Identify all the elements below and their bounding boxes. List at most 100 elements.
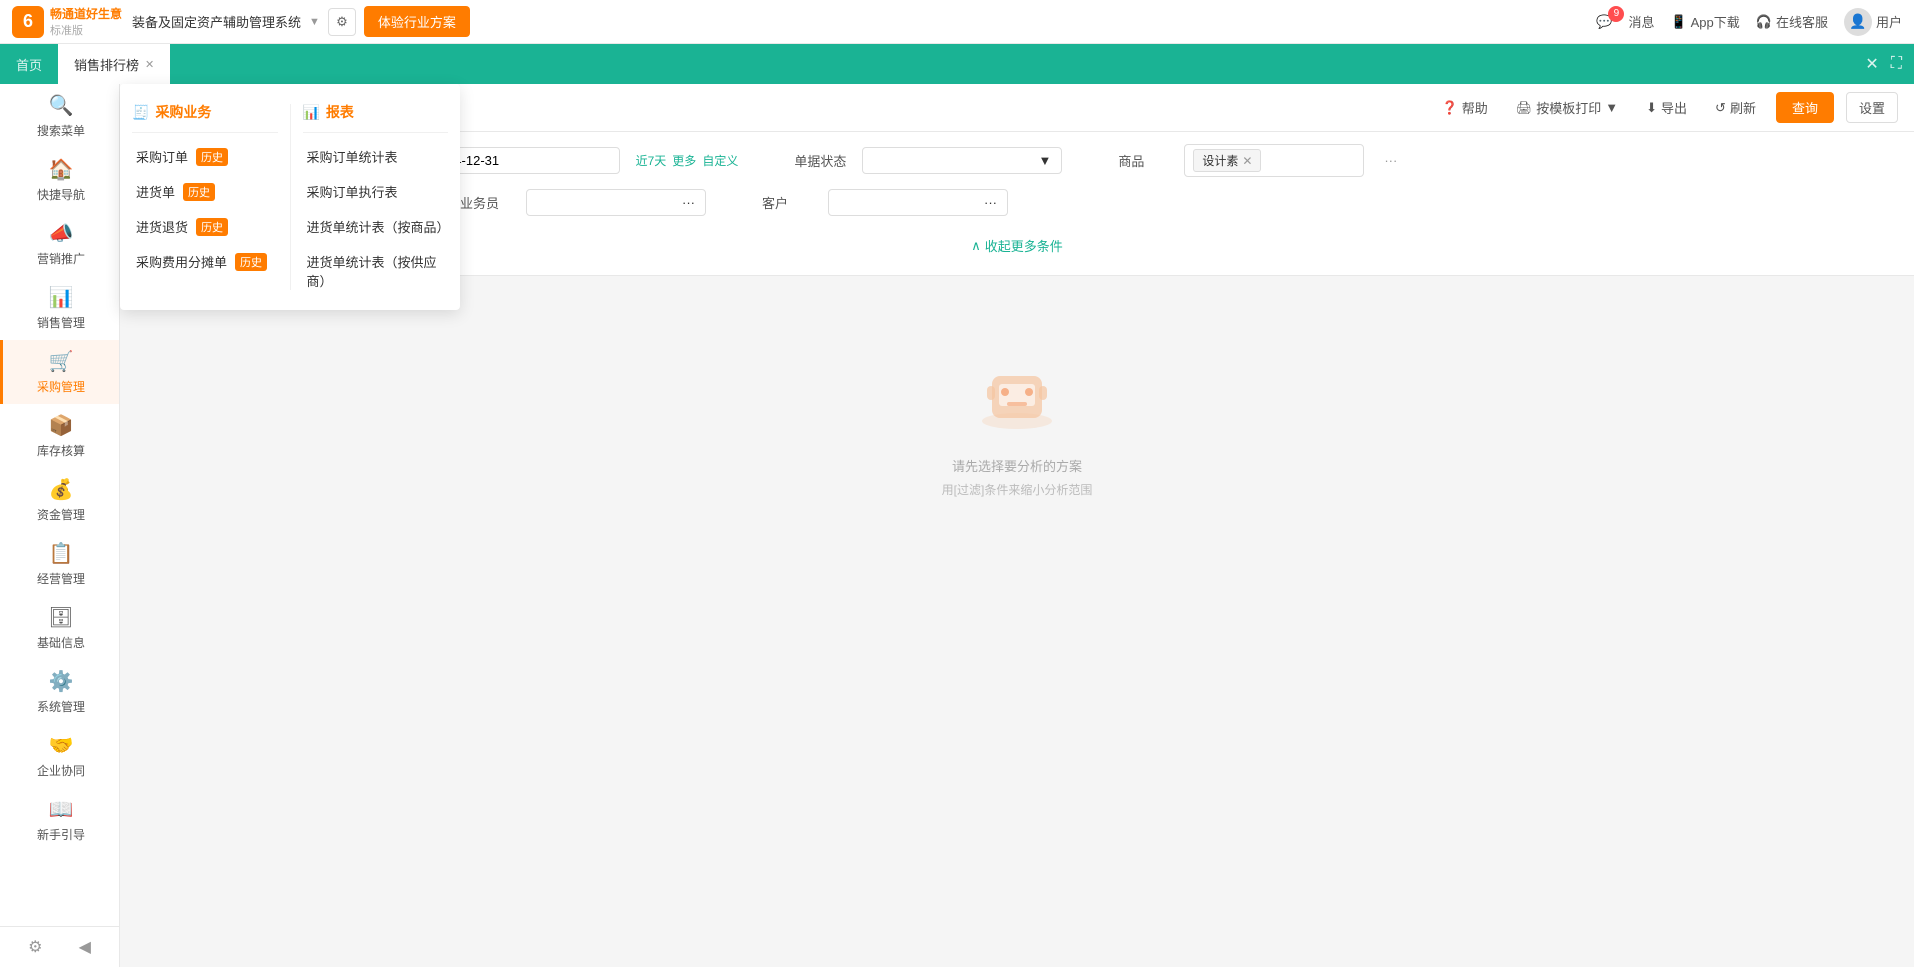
receipt-item[interactable]: 进货单 历史 (132, 174, 278, 209)
industry-button[interactable]: 体验行业方案 (364, 6, 470, 37)
sidebar-item-nav[interactable]: 🏠 快捷导航 (0, 148, 119, 212)
report-header-icon: 📊 (303, 104, 320, 121)
sidebar-label-marketing: 营销推广 (37, 250, 85, 267)
gear-button[interactable]: ⚙ (328, 8, 356, 36)
receipt-history-badge[interactable]: 历史 (183, 183, 215, 201)
sidebar-label-purchase: 采购管理 (37, 378, 85, 395)
phone-icon: 📱 (1670, 14, 1686, 30)
goods-tag: 设计素 ✕ (1193, 149, 1261, 172)
app-download-item[interactable]: 📱 App下载 (1670, 12, 1739, 31)
tab-bar-right: ✕ ⛶ (1865, 54, 1914, 74)
user-label: 用户 (1876, 12, 1902, 31)
receipt-stat-supplier-item[interactable]: 进货单统计表（按供应商） (303, 244, 449, 298)
tab-sales-ranking[interactable]: 销售排行榜 ✕ (58, 44, 170, 84)
sidebar-item-guide[interactable]: 📖 新手引导 (0, 788, 119, 852)
empty-illustration (967, 356, 1067, 436)
quick-7days-btn[interactable]: 近7天 (636, 152, 667, 169)
goods-filter: 设计素 ✕ (1184, 144, 1364, 177)
online-service-label: 在线客服 (1776, 12, 1828, 31)
sidebar-collapse-icon[interactable]: ◀ (79, 937, 91, 957)
tab-close-icon[interactable]: ✕ (145, 58, 154, 71)
message-item[interactable]: 💬 9 消息 (1596, 12, 1654, 31)
sidebar-label-nav: 快捷导航 (37, 186, 85, 203)
salesperson-select[interactable]: ··· (526, 189, 706, 216)
customer-ellipsis-icon: ··· (984, 195, 997, 210)
purchase-exec-item[interactable]: 采购订单执行表 (303, 174, 449, 209)
empty-state: 请先选择要分析的方案 用[过滤]条件来缩小分析范围 (120, 276, 1914, 578)
export-icon: ⬇ (1646, 100, 1657, 116)
sidebar-label-inventory: 库存核算 (37, 442, 85, 459)
system-icon: ⚙️ (49, 669, 74, 694)
sidebar-item-operations[interactable]: 📋 经营管理 (0, 532, 119, 596)
print-button[interactable]: 🖨 按模板打印 ▼ (1508, 94, 1626, 121)
sidebar-item-cooperation[interactable]: 🤝 企业协同 (0, 724, 119, 788)
export-button[interactable]: ⬇ 导出 (1638, 94, 1695, 121)
purchase-order-item[interactable]: 采购订单 历史 (132, 139, 278, 174)
app-download-label: App下载 (1691, 12, 1740, 31)
system-arrow-icon[interactable]: ▼ (309, 16, 320, 28)
print-arrow-icon: ▼ (1605, 100, 1618, 115)
logo-text: 畅通道好生意 标准版 (50, 5, 122, 38)
search-icon: 🔍 (49, 93, 74, 118)
status-select[interactable]: ▼ (862, 147, 1062, 174)
sidebar-item-capital[interactable]: 💰 资金管理 (0, 468, 119, 532)
sidebar-label-operations: 经营管理 (37, 570, 85, 587)
online-service-item[interactable]: 🎧 在线客服 (1756, 12, 1828, 31)
purchase-icon: 🛒 (49, 349, 74, 374)
top-bar: 6 畅通道好生意 标准版 装备及固定资产辅助管理系统 ▼ ⚙ 体验行业方案 💬 … (0, 0, 1914, 44)
help-button[interactable]: ❓ 帮助 (1434, 94, 1496, 121)
sidebar-item-system[interactable]: ⚙️ 系统管理 (0, 660, 119, 724)
sidebar-item-sales[interactable]: 📊 销售管理 (0, 276, 119, 340)
status-arrow-icon: ▼ (1038, 153, 1051, 168)
megaphone-icon: 📣 (49, 221, 74, 246)
setting-button[interactable]: 设置 (1846, 92, 1898, 123)
sidebar-label-basic: 基础信息 (37, 634, 85, 651)
sidebar: 🔍 搜索菜单 🏠 快捷导航 📣 营销推广 📊 销售管理 🛒 采购管理 📦 库存核… (0, 84, 120, 967)
query-button[interactable]: 查询 (1776, 92, 1834, 123)
return-history-badge[interactable]: 历史 (196, 218, 228, 236)
dropdown-columns: 🧾 采购业务 采购订单 历史 进货单 历史 进货退货 历史 采购费用分摊单 历史 (120, 96, 460, 298)
return-item[interactable]: 进货退货 历史 (132, 209, 278, 244)
empty-hint1: 请先选择要分析的方案 (952, 456, 1082, 475)
logo-icon: 6 (12, 6, 44, 38)
receipt-stat-goods-item[interactable]: 进货单统计表（按商品） (303, 209, 449, 244)
sidebar-item-search[interactable]: 🔍 搜索菜单 (0, 84, 119, 148)
collapse-label: 收起更多条件 (985, 236, 1063, 255)
system-title: 装备及固定资产辅助管理系统 (132, 12, 301, 31)
salesperson-label: 业务员 (460, 193, 510, 212)
tab-bar: 首页 销售排行榜 ✕ ✕ ⛶ (0, 44, 1914, 84)
tab-home[interactable]: 首页 (0, 44, 58, 84)
refresh-icon: ↺ (1715, 100, 1726, 116)
logo-area: 6 畅通道好生意 标准版 (12, 5, 132, 38)
sidebar-label-search: 搜索菜单 (37, 122, 85, 139)
purchase-order-history-badge[interactable]: 历史 (196, 148, 228, 166)
operations-icon: 📋 (49, 541, 74, 566)
purchase-header-icon: 🧾 (132, 104, 149, 121)
goods-tag-close[interactable]: ✕ (1242, 154, 1252, 168)
sidebar-label-capital: 资金管理 (37, 506, 85, 523)
status-label: 单据状态 (794, 151, 846, 170)
expense-item[interactable]: 采购费用分摊单 历史 (132, 244, 278, 279)
quick-custom-btn[interactable]: 自定义 (702, 152, 738, 169)
tab-expand-icon[interactable]: ⛶ (1891, 55, 1902, 73)
report-col-header: 📊 报表 (303, 96, 449, 133)
sidebar-item-basic[interactable]: 🗄 基础信息 (0, 596, 119, 660)
sidebar-item-inventory[interactable]: 📦 库存核算 (0, 404, 119, 468)
capital-icon: 💰 (49, 477, 74, 502)
expense-history-badge[interactable]: 历史 (235, 253, 267, 271)
sidebar-item-purchase[interactable]: 🛒 采购管理 (0, 340, 119, 404)
goods-ellipsis[interactable]: ··· (1380, 153, 1401, 168)
refresh-button[interactable]: ↺ 刷新 (1707, 94, 1764, 121)
purchase-stat-item[interactable]: 采购订单统计表 (303, 139, 449, 174)
home-icon: 🏠 (49, 157, 74, 182)
tab-close-all-icon[interactable]: ✕ (1865, 54, 1878, 74)
purchase-col: 🧾 采购业务 采购订单 历史 进货单 历史 进货退货 历史 采购费用分摊单 历史 (120, 96, 290, 298)
basic-icon: 🗄 (48, 605, 73, 630)
user-item[interactable]: 👤 用户 (1844, 8, 1902, 36)
guide-icon: 📖 (49, 797, 74, 822)
sidebar-label-cooperation: 企业协同 (37, 762, 85, 779)
sidebar-item-marketing[interactable]: 📣 营销推广 (0, 212, 119, 276)
customer-select[interactable]: ··· (828, 189, 1008, 216)
sidebar-settings-icon[interactable]: ⚙ (28, 937, 42, 957)
quick-more-btn[interactable]: 更多 (672, 152, 696, 169)
